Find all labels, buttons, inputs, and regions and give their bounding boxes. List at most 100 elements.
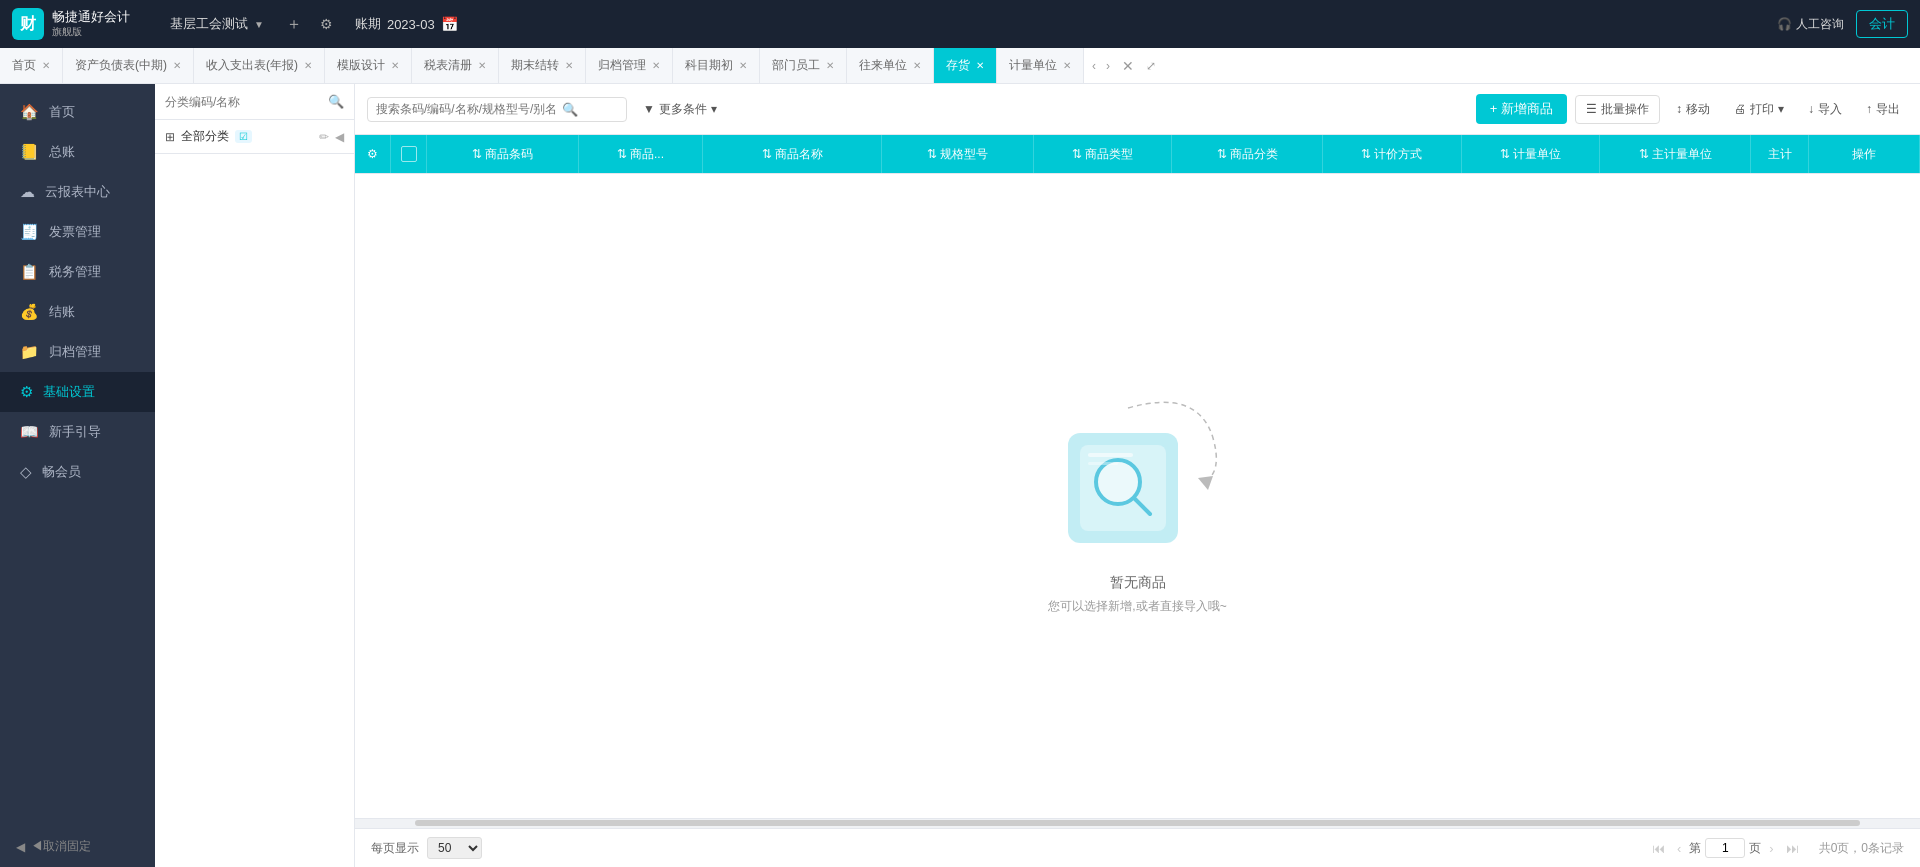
sidebar-item-label: 发票管理 — [49, 223, 101, 241]
company-name: 基层工会测试 — [170, 15, 248, 33]
product-search-icon[interactable]: 🔍 — [562, 102, 578, 117]
calendar-icon[interactable]: 📅 — [441, 16, 458, 32]
th-extra[interactable]: 主计 — [1751, 135, 1808, 173]
tab-label: 存货 — [946, 57, 970, 74]
per-page-select[interactable]: 50 20 100 — [427, 837, 482, 859]
move-button[interactable]: ↕ 移动 — [1668, 96, 1718, 123]
scroll-track[interactable] — [415, 820, 1860, 826]
tab-close-icon[interactable]: ✕ — [826, 60, 834, 71]
sidebar-item-archive[interactable]: 📁 归档管理 — [0, 332, 155, 372]
expand-tabs-icon[interactable]: ⤢ — [1142, 57, 1160, 75]
tab-tax[interactable]: 税表清册 ✕ — [412, 48, 499, 84]
archive-icon: 📁 — [20, 343, 39, 361]
next-page-button[interactable]: › — [1765, 839, 1777, 858]
customer-service-button[interactable]: 🎧 人工咨询 — [1777, 16, 1844, 33]
add-tab-icon[interactable]: ＋ — [282, 10, 306, 39]
empty-title: 暂无商品 — [1110, 574, 1166, 592]
pagination-bar: 每页显示 50 20 100 ⏮ ‹ 第 页 › ⏭ 共0页，0条记 — [355, 828, 1920, 867]
empty-illustration-svg — [1038, 378, 1238, 558]
batch-operation-button[interactable]: ☰ 批量操作 — [1575, 95, 1660, 124]
sidebar-item-home[interactable]: 🏠 首页 — [0, 92, 155, 132]
page-unit: 页 — [1749, 840, 1761, 857]
product-search-bar: 🔍 — [367, 97, 627, 122]
tab-prev-icon[interactable]: ‹ — [1088, 57, 1100, 75]
import-button[interactable]: ↓ 导入 — [1800, 96, 1850, 123]
tab-close-icon[interactable]: ✕ — [304, 60, 312, 71]
content-area: 🔍 ⊞ 全部分类 ☑ ✏ ◀ 🔍 — [155, 84, 1920, 867]
tab-period-close[interactable]: 期末结转 ✕ — [499, 48, 586, 84]
add-product-button[interactable]: + 新增商品 — [1476, 94, 1567, 124]
sidebar-item-ledger[interactable]: 📒 总账 — [0, 132, 155, 172]
classify-all-label[interactable]: 全部分类 — [181, 128, 229, 145]
sidebar-item-settings[interactable]: ⚙ 基础设置 — [0, 372, 155, 412]
sidebar-item-close-account[interactable]: 💰 结账 — [0, 292, 155, 332]
tab-unit[interactable]: 计量单位 ✕ — [997, 48, 1084, 84]
th-name-sort-icon: ⇅ — [762, 147, 772, 161]
tab-balance[interactable]: 资产负债表(中期) ✕ — [63, 48, 194, 84]
move-icon: ↕ — [1676, 102, 1682, 116]
sidebar-item-cloud[interactable]: ☁ 云报表中心 — [0, 172, 155, 212]
main-panel: 🔍 ▼ 更多条件 ▾ + 新增商品 ☰ 批量操作 ↕ — [355, 84, 1920, 867]
page-number-input[interactable] — [1705, 838, 1745, 858]
scroll-bar-area — [355, 818, 1920, 828]
tab-contacts[interactable]: 往来单位 ✕ — [847, 48, 934, 84]
settings-gear-icon[interactable]: ⚙ — [316, 12, 337, 36]
company-selector[interactable]: 基层工会测试 ▼ — [162, 11, 272, 37]
tab-next-icon[interactable]: › — [1102, 57, 1114, 75]
collapse-panel-icon[interactable]: ◀ — [335, 130, 344, 144]
th-settings[interactable]: ⚙ — [355, 135, 391, 173]
th-spec[interactable]: ⇅ 规格型号 — [882, 135, 1034, 173]
tab-dept[interactable]: 部门员工 ✕ — [760, 48, 847, 84]
account-button[interactable]: 会计 — [1856, 10, 1908, 38]
tab-close-icon[interactable]: ✕ — [652, 60, 660, 71]
empty-state: 暂无商品 您可以选择新增,或者直接导入哦~ — [355, 174, 1920, 818]
th-main-unit-label: 主计量单位 — [1652, 146, 1712, 163]
tab-close-icon[interactable]: ✕ — [478, 60, 486, 71]
th-code[interactable]: ⇅ 商品... — [579, 135, 704, 173]
tab-close-icon[interactable]: ✕ — [1063, 60, 1071, 71]
top-header: 财 畅捷通好会计 旗舰版 基层工会测试 ▼ ＋ ⚙ 账期 2023-03 📅 🎧… — [0, 0, 1920, 48]
sidebar-item-tax[interactable]: 📋 税务管理 — [0, 252, 155, 292]
sidebar-item-invoice[interactable]: 🧾 发票管理 — [0, 212, 155, 252]
tab-close-icon[interactable]: ✕ — [565, 60, 573, 71]
th-barcode[interactable]: ⇅ 商品条码 — [427, 135, 579, 173]
export-button[interactable]: ↑ 导出 — [1858, 96, 1908, 123]
tab-close-icon[interactable]: ✕ — [976, 60, 984, 71]
sidebar-item-member[interactable]: ◇ 畅会员 — [0, 452, 155, 492]
tab-subject[interactable]: 科目期初 ✕ — [673, 48, 760, 84]
tab-template[interactable]: 模版设计 ✕ — [325, 48, 412, 84]
service-label: 人工咨询 — [1796, 16, 1844, 33]
th-price-method[interactable]: ⇅ 计价方式 — [1323, 135, 1461, 173]
sidebar-item-guide[interactable]: 📖 新手引导 — [0, 412, 155, 452]
th-name[interactable]: ⇅ 商品名称 — [703, 135, 882, 173]
tab-home[interactable]: 首页 ✕ — [0, 48, 63, 84]
classify-search-input[interactable] — [165, 95, 322, 109]
prev-page-button[interactable]: ‹ — [1673, 839, 1685, 858]
edit-classify-icon[interactable]: ✏ — [319, 130, 329, 144]
move-label: 移动 — [1686, 101, 1710, 118]
th-category[interactable]: ⇅ 商品分类 — [1172, 135, 1324, 173]
th-checkbox[interactable] — [391, 135, 427, 173]
tab-income[interactable]: 收入支出表(年报) ✕ — [194, 48, 325, 84]
first-page-button[interactable]: ⏮ — [1648, 839, 1669, 858]
more-conditions-label: 更多条件 — [659, 101, 707, 118]
th-unit[interactable]: ⇅ 计量单位 — [1462, 135, 1600, 173]
tab-close-icon[interactable]: ✕ — [739, 60, 747, 71]
tab-close-icon[interactable]: ✕ — [42, 60, 50, 71]
tab-close-icon[interactable]: ✕ — [391, 60, 399, 71]
header-checkbox[interactable] — [401, 146, 417, 162]
product-search-input[interactable] — [376, 102, 556, 116]
tab-archive[interactable]: 归档管理 ✕ — [586, 48, 673, 84]
tab-close-icon[interactable]: ✕ — [173, 60, 181, 71]
tab-close-icon[interactable]: ✕ — [913, 60, 921, 71]
sidebar-unpin[interactable]: ◀ ◀取消固定 — [0, 826, 155, 867]
th-type[interactable]: ⇅ 商品类型 — [1034, 135, 1172, 173]
tab-inventory[interactable]: 存货 ✕ — [934, 48, 997, 84]
last-page-button[interactable]: ⏭ — [1782, 839, 1803, 858]
classify-search-icon[interactable]: 🔍 — [328, 94, 344, 109]
close-all-tabs-icon[interactable]: ✕ — [1116, 56, 1140, 76]
th-main-unit[interactable]: ⇅ 主计量单位 — [1600, 135, 1752, 173]
th-name-label: 商品名称 — [775, 146, 823, 163]
print-button[interactable]: 🖨 打印 ▾ — [1726, 96, 1792, 123]
more-conditions-button[interactable]: ▼ 更多条件 ▾ — [635, 97, 725, 122]
